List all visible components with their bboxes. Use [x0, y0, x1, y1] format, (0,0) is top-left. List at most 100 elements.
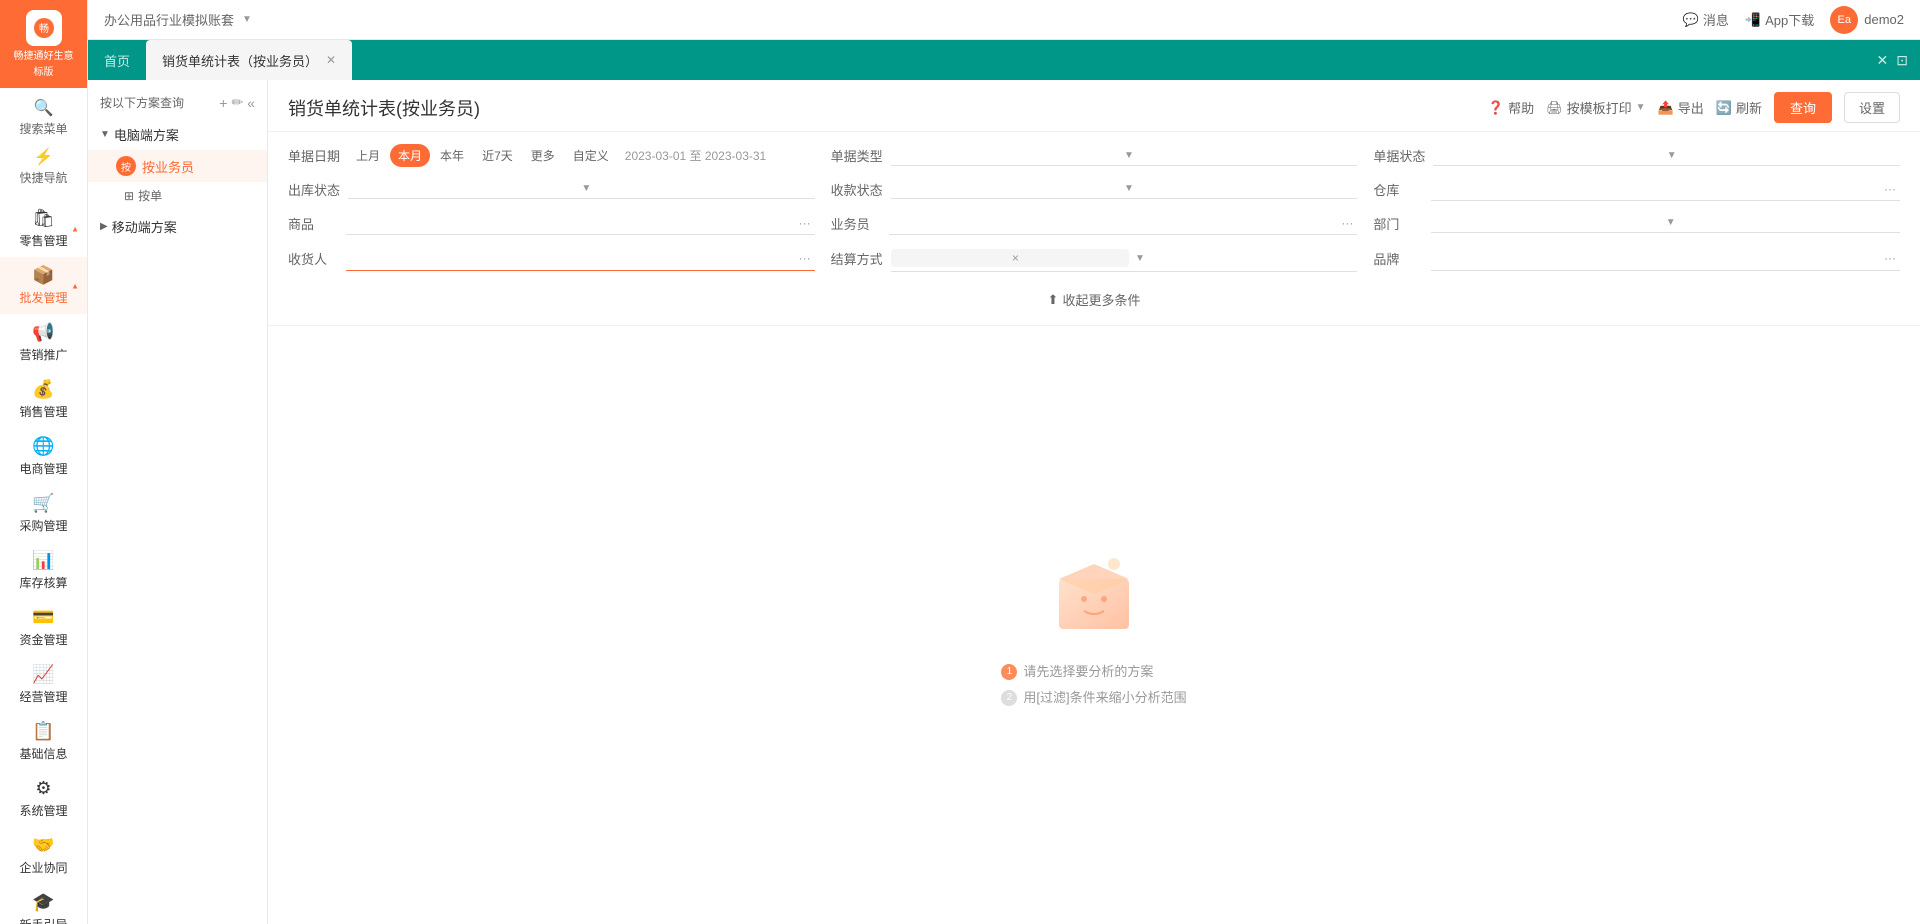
sidebar-search[interactable]: 🔍 搜索菜单 — [0, 88, 87, 141]
payment-method-label: 结算方式 — [831, 249, 883, 268]
collapse-btn[interactable]: ⬆ 收起更多条件 — [1048, 290, 1141, 309]
warehouse-input[interactable] — [1431, 177, 1880, 200]
sidebar-item-wholesale[interactable]: 📦 批发管理 — [0, 257, 87, 314]
sidebar-item-sales[interactable]: 💰 销售管理 — [0, 371, 87, 428]
filter-row-2: 出库状态 ▼ 收款状态 ▼ 仓库 — [288, 177, 1900, 201]
main-area: 办公用品行业模拟账套 ▼ 💬 消息 📲 App下载 Ea demo2 首页 销货… — [88, 0, 1920, 924]
page-title-bar: 销货单统计表(按业务员) ❓ 帮助 🖨 按模板打印 ▼ 📤 导出 — [268, 80, 1920, 132]
shortcut-label: 快捷导航 — [19, 169, 67, 186]
app-download-btn[interactable]: 📲 App下载 — [1745, 10, 1814, 29]
sidebar-item-newbie[interactable]: 🎓 新手引导 — [0, 884, 87, 924]
wholesale-label: 批发管理 — [19, 289, 67, 306]
download-icon: 📲 — [1745, 12, 1761, 28]
goods-input-area: ··· — [346, 211, 815, 235]
doc-type-select[interactable]: ▼ — [891, 146, 1358, 166]
sidebar-item-inventory[interactable]: 📊 库存核算 — [0, 542, 87, 599]
out-status-arrow: ▼ — [581, 183, 814, 194]
sidebar-item-retail[interactable]: 🛍 零售管理 — [0, 200, 87, 257]
sidebar-item-enterprise[interactable]: 🤝 企业协同 — [0, 827, 87, 884]
goods-more-btn[interactable]: ··· — [795, 216, 815, 230]
payment-tag-close-btn[interactable]: × — [1012, 251, 1121, 265]
shortcut-icon: ⚡ — [34, 147, 54, 167]
tab-sales-stat[interactable]: 销货单统计表（按业务员） ✕ — [146, 40, 352, 80]
collapse-panel-btn[interactable]: « — [247, 95, 255, 111]
sidebar-item-finance[interactable]: 💳 资金管理 — [0, 599, 87, 656]
sidebar-item-marketing[interactable]: 📢 营销推广 — [0, 314, 87, 371]
warehouse-input-area: ··· — [1431, 177, 1900, 201]
sidebar-shortcut[interactable]: ⚡ 快捷导航 — [0, 141, 87, 192]
tip-row-2: 2 用[过滤]条件来缩小分析范围 — [1001, 685, 1186, 711]
help-label: 帮助 — [1508, 98, 1534, 117]
tab-close-icon[interactable]: ✕ — [326, 53, 336, 67]
export-btn[interactable]: 📤 导出 — [1658, 98, 1704, 117]
collapse-icon: ⬆ — [1048, 292, 1059, 308]
print-dropdown-icon[interactable]: ▼ — [1636, 102, 1646, 113]
goods-label: 商品 — [288, 214, 338, 233]
template-print-btn[interactable]: 🖨 按模板打印 ▼ — [1546, 98, 1645, 117]
ecommerce-label: 电商管理 — [19, 460, 67, 477]
consignee-more-btn[interactable]: ··· — [795, 251, 815, 265]
breadcrumb-dropdown-icon[interactable]: ▼ — [242, 14, 252, 25]
date-tab-last-month[interactable]: 上月 — [348, 144, 388, 167]
goods-input[interactable] — [346, 211, 795, 234]
consignee-input[interactable] — [346, 247, 795, 270]
purchase-icon: 🛒 — [32, 493, 54, 514]
sidebar: 畅 畅捷通好生意 标版 🔍 搜索菜单 ⚡ 快捷导航 🛍 零售管理 📦 批发管理 … — [0, 0, 88, 924]
filter-goods: 商品 ··· — [288, 211, 815, 235]
avatar: Ea — [1830, 6, 1858, 34]
help-icon: ❓ — [1488, 100, 1504, 116]
settings-btn[interactable]: 设置 — [1844, 92, 1900, 123]
doc-status-select[interactable]: ▼ — [1433, 146, 1900, 166]
marketing-label: 营销推广 — [19, 346, 67, 363]
tab-restore-icon[interactable]: ⊡ — [1896, 52, 1908, 69]
sidebar-item-operations[interactable]: 📈 经营管理 — [0, 656, 87, 713]
sidebar-item-purchase[interactable]: 🛒 采购管理 — [0, 485, 87, 542]
refresh-btn[interactable]: 🔄 刷新 — [1716, 98, 1762, 117]
ecommerce-icon: 🌐 — [32, 436, 54, 457]
app-subtitle: 标版 — [34, 63, 54, 78]
sidebar-item-ecommerce[interactable]: 🌐 电商管理 — [0, 428, 87, 485]
date-tab-this-year[interactable]: 本年 — [432, 144, 472, 167]
filter-receipt-status: 收款状态 ▼ — [831, 179, 1358, 199]
tab-close-all-icon[interactable]: ✕ — [1877, 52, 1889, 69]
sidebar-item-system[interactable]: ⚙ 系统管理 — [0, 770, 87, 827]
export-icon: 📤 — [1658, 100, 1674, 116]
empty-state: 1 请先选择要分析的方案 2 用[过滤]条件来缩小分析范围 — [268, 326, 1920, 924]
salesperson-more-btn[interactable]: ··· — [1337, 216, 1357, 230]
user-area[interactable]: Ea demo2 — [1830, 6, 1904, 34]
date-tab-last7[interactable]: 近7天 — [474, 144, 521, 167]
sidebar-item-basic[interactable]: 📋 基础信息 — [0, 713, 87, 770]
scheme-item-by-salesperson[interactable]: 按 按业务员 — [88, 150, 267, 182]
newbie-icon: 🎓 — [32, 892, 54, 913]
message-btn[interactable]: 💬 消息 — [1683, 10, 1729, 29]
query-btn[interactable]: 查询 — [1774, 92, 1832, 123]
tab-bar-actions: ✕ ⊡ — [1877, 52, 1920, 69]
doc-status-label: 单据状态 — [1373, 146, 1425, 165]
out-status-select[interactable]: ▼ — [348, 179, 815, 199]
help-btn[interactable]: ❓ 帮助 — [1488, 98, 1534, 117]
filter-out-status: 出库状态 ▼ — [288, 179, 815, 199]
doc-type-arrow: ▼ — [1124, 150, 1357, 161]
edit-scheme-btn[interactable]: ✏ — [231, 94, 243, 111]
date-tab-this-month[interactable]: 本月 — [390, 144, 430, 167]
add-scheme-btn[interactable]: + — [219, 95, 227, 111]
dept-label: 部门 — [1373, 214, 1423, 233]
date-tab-custom[interactable]: 自定义 — [565, 144, 617, 167]
scheme-group-pc-header[interactable]: ▼ 电脑端方案 — [88, 119, 267, 150]
brand-more-btn[interactable]: ··· — [1880, 251, 1900, 265]
dept-select[interactable]: ▼ — [1431, 213, 1900, 233]
salesperson-input[interactable] — [889, 211, 1338, 234]
wholesale-icon: 📦 — [32, 265, 54, 286]
scheme-sub-item-by-order[interactable]: ⊞ 按单 — [88, 182, 267, 209]
tab-home[interactable]: 首页 — [88, 40, 146, 80]
order-icon: ⊞ — [124, 189, 134, 203]
scheme-group-mobile-header[interactable]: ▶ 移动端方案 — [88, 211, 267, 242]
inventory-label: 库存核算 — [19, 574, 67, 591]
warehouse-more-btn[interactable]: ··· — [1880, 182, 1900, 196]
payment-method-select[interactable]: × ▼ — [891, 245, 1358, 272]
filter-area: 单据日期 上月 本月 本年 近7天 更多 自定义 2023-03-01 至 20… — [268, 132, 1920, 326]
receipt-status-select[interactable]: ▼ — [891, 179, 1358, 199]
date-tab-more[interactable]: 更多 — [523, 144, 563, 167]
tab-sales-stat-label: 销货单统计表（按业务员） — [162, 51, 318, 70]
brand-input[interactable] — [1431, 247, 1880, 270]
